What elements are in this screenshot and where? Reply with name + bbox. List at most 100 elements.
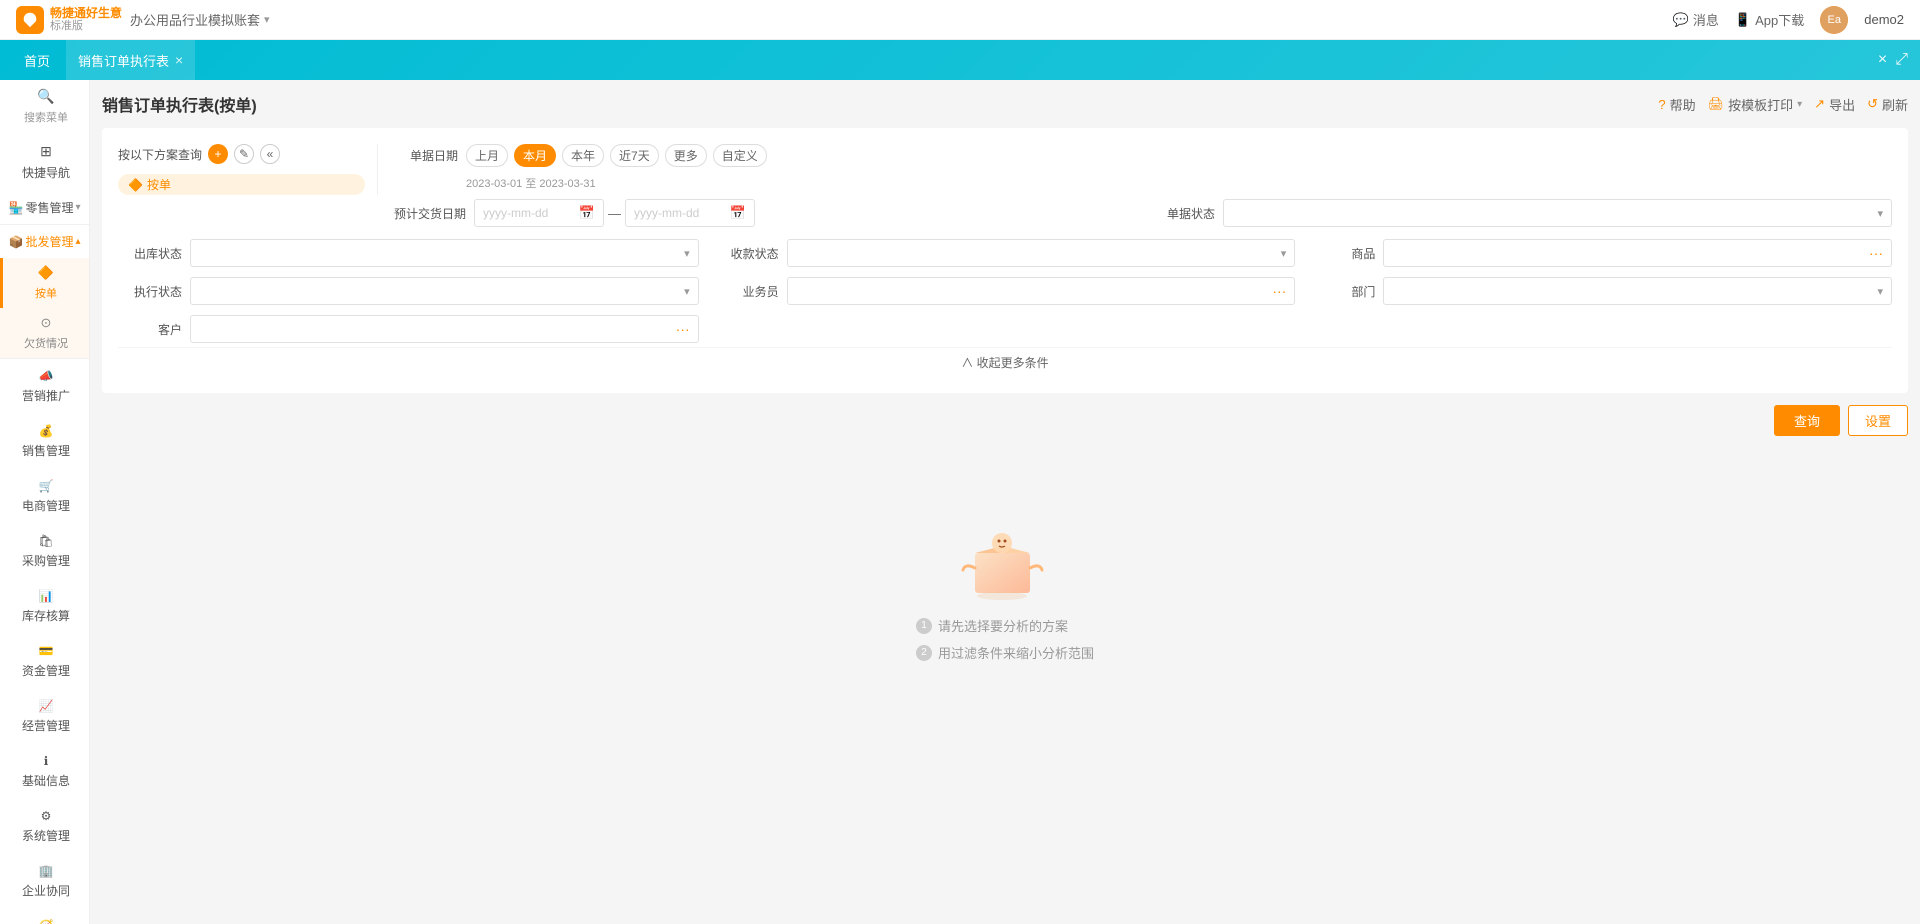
customer-dots-icon[interactable]: ··· (676, 321, 690, 337)
calendar-icon-start: 📅 (579, 205, 595, 221)
dept-item: 部门 ▾ (1311, 277, 1892, 305)
main-layout: 🔍 搜索菜单 ⊞ 快捷导航 🏪 零售管理 ▾ 📦 批发管理 ▴ 🔶 (0, 80, 1920, 924)
page-title: 销售订单执行表(按单) (102, 92, 257, 116)
tabs-right: × ⤢ (1878, 51, 1908, 69)
exec-dropdown-icon: ▾ (684, 285, 690, 298)
sidebar-item-marketing[interactable]: 📣 营销推广 (0, 359, 89, 414)
status-select[interactable]: ▾ (1223, 199, 1892, 227)
sidebar-item-欠货情况[interactable]: ⊙ 欠货情况 (0, 308, 89, 358)
sidebar-item-basic-info[interactable]: ℹ 基础信息 (0, 744, 89, 799)
filter-three-col: 出库状态 ▾ 收款状态 ▾ (118, 239, 1892, 343)
print-button[interactable]: 🖨 按模板打印 ▾ (1708, 95, 1803, 114)
export-button[interactable]: ↗ 导出 (1814, 95, 1855, 114)
status-dropdown-icon: ▾ (1877, 207, 1883, 220)
expected-date-start[interactable]: yyyy-mm-dd 📅 (474, 199, 604, 227)
goods-label: 商品 (1311, 245, 1375, 262)
marketing-icon: 📣 (39, 369, 54, 383)
scheme-tag[interactable]: 🔶 按单 (118, 174, 365, 195)
date-btn-last-month[interactable]: 上月 (466, 144, 508, 167)
calendar-icon-end: 📅 (730, 205, 746, 221)
industry-selector[interactable]: 办公用品行业模拟账套 ▾ (130, 10, 270, 29)
sidebar-item-按单[interactable]: 🔶 按单 (0, 258, 89, 308)
purchase-icon: 🛍 (38, 534, 53, 548)
ecom-icon: 🛒 (39, 479, 54, 493)
edit-scheme-button[interactable]: ✎ (234, 144, 254, 164)
filter-right-panel: 单据日期 上月 本月 本年 近7天 更多 自定义 2023-03-0 (378, 144, 1892, 227)
salesman-label: 业务员 (715, 283, 779, 300)
tab-sales-order[interactable]: 销售订单执行表 × (66, 40, 195, 80)
compass-icon: ⊞ (40, 143, 52, 160)
message-button[interactable]: 💬 消息 (1673, 10, 1719, 29)
date-btn-custom[interactable]: 自定义 (713, 144, 767, 167)
help-button[interactable]: ? 帮助 (1658, 95, 1695, 114)
avatar[interactable]: Ea (1820, 6, 1848, 34)
app-download-button[interactable]: 📱 App下载 (1735, 10, 1804, 29)
enterprise-icon: 🏢 (39, 864, 54, 878)
expected-date-end[interactable]: yyyy-mm-dd 📅 (625, 199, 755, 227)
outbound-dropdown-icon: ▾ (684, 247, 690, 260)
collapse-scheme-button[interactable]: « (260, 144, 280, 164)
top-bar: 畅捷通好生意 标准版 办公用品行业模拟账套 ▾ 💬 消息 📱 App下载 Ea … (0, 0, 1920, 40)
refresh-icon: ↺ (1867, 96, 1878, 112)
goods-input[interactable]: ··· (1383, 239, 1892, 267)
date-btn-more[interactable]: 更多 (665, 144, 707, 167)
sidebar-item-sales-mgmt[interactable]: 💰 销售管理 (0, 414, 89, 469)
backorder-icon: ⊙ (41, 315, 52, 331)
sidebar-item-retail-mgmt[interactable]: 🏪 零售管理 ▾ (0, 191, 89, 224)
tab-home[interactable]: 首页 (12, 40, 62, 80)
add-scheme-button[interactable]: + (208, 144, 228, 164)
salesman-input[interactable]: ··· (787, 277, 1296, 305)
outbound-select[interactable]: ▾ (190, 239, 699, 267)
query-button[interactable]: 查询 (1774, 405, 1840, 436)
sidebar-item-operations[interactable]: 📈 经营管理 (0, 689, 89, 744)
empty-hints: 1 请先选择要分析的方案 2 用过滤条件来缩小分析范围 (916, 616, 1094, 662)
search-icon: 🔍 (37, 88, 54, 105)
collapse-row[interactable]: ∧ 收起更多条件 (118, 347, 1892, 377)
help-icon: ? (1658, 97, 1665, 112)
sidebar: 🔍 搜索菜单 ⊞ 快捷导航 🏪 零售管理 ▾ 📦 批发管理 ▴ 🔶 (0, 80, 90, 924)
goods-dots-icon[interactable]: ··· (1869, 245, 1883, 261)
window-close-icon[interactable]: × (1878, 51, 1887, 69)
payment-status-item: 收款状态 ▾ (715, 239, 1296, 267)
operations-icon: 📈 (39, 699, 54, 713)
page-actions: ? 帮助 🖨 按模板打印 ▾ ↗ 导出 ↺ 刷新 (1658, 95, 1908, 114)
message-icon: 💬 (1673, 12, 1689, 28)
dept-select[interactable]: ▾ (1383, 277, 1892, 305)
exec-select[interactable]: ▾ (190, 277, 699, 305)
date-btn-this-year[interactable]: 本年 (562, 144, 604, 167)
dept-label: 部门 (1311, 283, 1375, 300)
expected-status-row: 预计交货日期 yyyy-mm-dd 📅 — yyyy-mm-dd (394, 199, 1892, 227)
sidebar-item-enterprise[interactable]: 🏢 企业协同 (0, 854, 89, 909)
date-btn-7days[interactable]: 近7天 (610, 144, 659, 167)
order-icon: 🔶 (38, 265, 54, 281)
sidebar-item-ecom[interactable]: 🛒 电商管理 (0, 469, 89, 524)
download-icon: 📱 (1735, 12, 1751, 28)
refresh-button[interactable]: ↺ 刷新 (1867, 95, 1908, 114)
guide-icon: 🧭 (39, 919, 54, 924)
payment-label: 收款状态 (715, 245, 779, 262)
date-filter-row: 单据日期 上月 本月 本年 近7天 更多 自定义 (394, 144, 1892, 167)
settings-button[interactable]: 设置 (1848, 405, 1908, 436)
sidebar-item-wholesale-mgmt[interactable]: 📦 批发管理 ▴ (0, 225, 89, 258)
customer-input[interactable]: ··· (190, 315, 699, 343)
dept-dropdown-icon: ▾ (1877, 285, 1883, 298)
sidebar-item-purchase[interactable]: 🛍 采购管理 (0, 524, 89, 579)
sidebar-item-inventory[interactable]: 📊 库存核算 (0, 579, 89, 634)
date-btn-this-month[interactable]: 本月 (514, 144, 556, 167)
scheme-panel: 按以下方案查询 + ✎ « 🔶 按单 (118, 144, 378, 195)
sidebar-item-system[interactable]: ⚙ 系统管理 (0, 799, 89, 854)
window-expand-icon[interactable]: ⤢ (1895, 51, 1908, 69)
payment-select[interactable]: ▾ (787, 239, 1296, 267)
tab-close-icon[interactable]: × (175, 52, 183, 68)
customer-label: 客户 (118, 321, 182, 338)
sidebar-quick-nav[interactable]: ⊞ 快捷导航 (0, 133, 89, 191)
filter-grid-section: 出库状态 ▾ 收款状态 ▾ (118, 239, 1892, 343)
sidebar-item-guide[interactable]: 🧭 新手引导 (0, 909, 89, 924)
top-bar-right: 💬 消息 📱 App下载 Ea demo2 (1673, 6, 1904, 34)
sidebar-search[interactable]: 🔍 搜索菜单 (0, 80, 89, 133)
empty-hint-1: 1 请先选择要分析的方案 (916, 616, 1068, 635)
date-label: 单据日期 (394, 147, 458, 164)
expected-date-group: 预计交货日期 yyyy-mm-dd 📅 — yyyy-mm-dd (394, 199, 1135, 227)
salesman-dots-icon[interactable]: ··· (1272, 283, 1286, 299)
sidebar-item-finance[interactable]: 💳 资金管理 (0, 634, 89, 689)
